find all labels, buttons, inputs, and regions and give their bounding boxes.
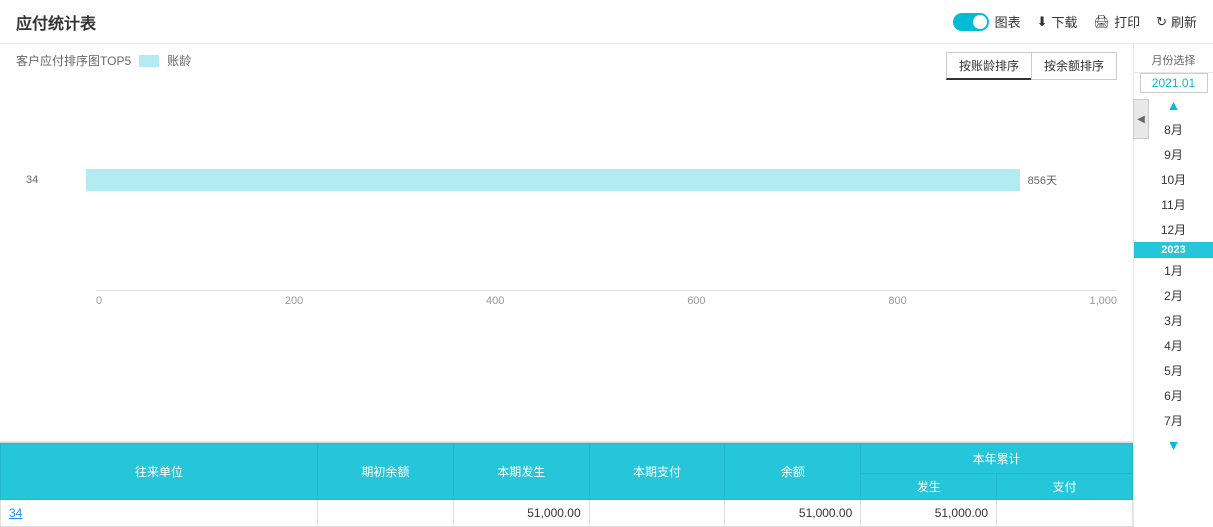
sidebar-month-select-label: 月份选择 [1134,48,1213,73]
sidebar-month-4[interactable]: 4月 [1134,333,1213,358]
legend-box [139,55,159,67]
table-section: 往来单位 期初余额 本期发生 本期支付 余额 本年累计 发生 支付 [0,441,1133,527]
sidebar-month-3[interactable]: 3月 [1134,308,1213,333]
bar-right-label: 856天 [1028,172,1057,188]
x-tick-1000: 1,000 [1089,295,1117,307]
cell-nian-fasheng: 51,000.00 [861,500,997,527]
cell-benqi-fasheng: 51,000.00 [453,500,589,527]
chart-section: 客户应付排序图TOP5 账龄 按账龄排序 按余额排序 34 [0,44,1133,441]
bar-container: 34 856天 [56,169,1117,191]
refresh-label: 刷新 [1171,12,1197,31]
download-icon: ⬇ [1037,14,1048,30]
header-actions: 图表 ⬇ 下载 🖨 打印 ↻ 刷新 [953,12,1197,31]
table-body: 34 51,000.00 51,000.00 51,000.00 [1,500,1133,527]
sidebar-month-6[interactable]: 6月 [1134,383,1213,408]
unit-link[interactable]: 34 [9,506,22,520]
app-container: 应付统计表 图表 ⬇ 下载 🖨 打印 ↻ 刷新 ◀ [0,0,1213,527]
sort-by-age-button[interactable]: 按账龄排序 [946,52,1031,80]
sidebar-month-2[interactable]: 2月 [1134,283,1213,308]
sidebar-collapse-button[interactable]: ◀ [1133,99,1149,139]
x-tick-0: 0 [96,295,102,307]
sidebar-year-2023[interactable]: 2023 [1134,242,1213,258]
collapse-icon: ◀ [1137,114,1145,125]
download-button[interactable]: ⬇ 下载 [1037,12,1078,31]
cell-benqi-zhifu [589,500,725,527]
col-nian-zhifu-header: 支付 [997,474,1133,500]
col-nian-fasheng-header: 发生 [861,474,997,500]
col-qichu-header: 期初余额 [317,444,453,500]
header: 应付统计表 图表 ⬇ 下载 🖨 打印 ↻ 刷新 [0,0,1213,44]
download-label: 下载 [1052,12,1078,31]
refresh-icon: ↻ [1156,14,1167,30]
print-icon: 🖨 [1094,14,1111,30]
sidebar-down-button[interactable]: ▼ [1134,433,1213,457]
print-button[interactable]: 🖨 打印 [1094,12,1141,31]
page-title: 应付统计表 [16,10,96,34]
sidebar-month-11[interactable]: 11月 [1134,192,1213,217]
sort-controls: 按账龄排序 按余额排序 [946,52,1117,80]
chart-toggle-label: 图表 [995,12,1021,31]
cell-qichu [317,500,453,527]
sidebar-month-1[interactable]: 1月 [1134,258,1213,283]
data-table: 往来单位 期初余额 本期发生 本期支付 余额 本年累计 发生 支付 [0,443,1133,527]
chevron-up-icon: ▲ [1167,97,1181,113]
col-nian-group-header: 本年累计 [861,444,1133,474]
cell-unit: 34 [1,500,318,527]
sort-by-balance-button[interactable]: 按余额排序 [1031,52,1117,80]
col-yue-header: 余额 [725,444,861,500]
sidebar-month-5[interactable]: 5月 [1134,358,1213,383]
refresh-button[interactable]: ↻ 刷新 [1156,12,1197,31]
chart-inner: 34 856天 0 200 400 600 800 [56,77,1117,307]
chart-area: 34 856天 0 200 400 600 800 [16,77,1117,337]
sidebar-month-9[interactable]: 9月 [1134,142,1213,167]
x-tick-800: 800 [888,295,906,307]
main-area: ◀ 客户应付排序图TOP5 账龄 按账龄排序 按余额排序 [0,44,1213,527]
x-tick-600: 600 [687,295,705,307]
col-unit-header: 往来单位 [1,444,318,500]
content-area: 客户应付排序图TOP5 账龄 按账龄排序 按余额排序 34 [0,44,1133,527]
table-row: 34 51,000.00 51,000.00 51,000.00 [1,500,1133,527]
chevron-down-icon: ▼ [1167,437,1181,453]
print-label: 打印 [1114,12,1140,31]
cell-nian-zhifu [997,500,1133,527]
chart-toggle[interactable] [953,13,989,31]
chart-bar [86,169,1020,191]
sidebar-month-12[interactable]: 12月 [1134,217,1213,242]
chart-toggle-group: 图表 [953,12,1021,31]
col-benqi-fasheng-header: 本期发生 [453,444,589,500]
legend-box-label: 账龄 [167,52,191,69]
sidebar-month-7[interactable]: 7月 [1134,408,1213,433]
x-axis: 0 200 400 600 800 1,000 [96,290,1117,307]
sidebar-month-10[interactable]: 10月 [1134,167,1213,192]
legend-chart-label: 客户应付排序图TOP5 [16,52,131,69]
x-tick-400: 400 [486,295,504,307]
col-benqi-zhifu-header: 本期支付 [589,444,725,500]
table-header-row-1: 往来单位 期初余额 本期发生 本期支付 余额 本年累计 [1,444,1133,474]
bar-left-label: 34 [26,174,38,186]
cell-yue: 51,000.00 [725,500,861,527]
sidebar-year-input[interactable] [1140,73,1208,93]
x-tick-200: 200 [285,295,303,307]
